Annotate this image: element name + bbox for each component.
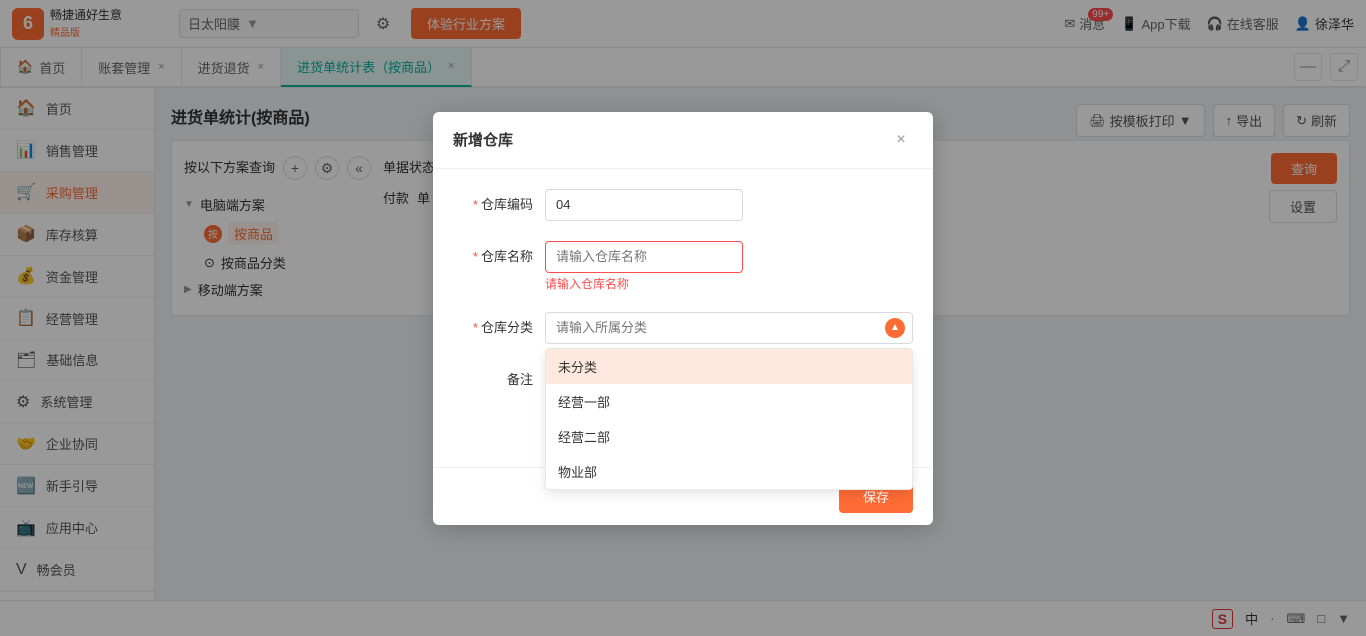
dropdown-item-ops1[interactable]: 经营一部 — [546, 384, 912, 419]
dropdown-item-property[interactable]: 物业部 — [546, 454, 912, 489]
dropdown-arrow-button[interactable]: ▲ — [885, 318, 905, 338]
modal-title: 新增仓库 — [453, 129, 513, 150]
form-row-category: 仓库分类 ▲ 未分类 经营一部 经营二部 物业部 — [453, 312, 913, 344]
modal-body: 仓库编码 仓库名称 请输入仓库名称 仓库分类 ▲ — [433, 169, 933, 467]
code-input[interactable] — [545, 189, 743, 221]
name-field-wrapper: 请输入仓库名称 — [545, 241, 913, 292]
name-label: 仓库名称 — [453, 241, 533, 273]
name-input[interactable] — [545, 241, 743, 273]
code-field-wrapper — [545, 189, 913, 221]
category-dropdown-wrapper: ▲ 未分类 经营一部 经营二部 物业部 — [545, 312, 913, 344]
category-label: 仓库分类 — [453, 312, 533, 344]
category-input[interactable] — [545, 312, 913, 344]
category-dropdown-list: 未分类 经营一部 经营二部 物业部 — [545, 348, 913, 490]
modal-overlay[interactable]: 新增仓库 × 仓库编码 仓库名称 请输入仓库名称 仓库分类 — [0, 0, 1366, 636]
name-error-message: 请输入仓库名称 — [545, 275, 913, 292]
modal-close-button[interactable]: × — [889, 128, 913, 152]
dropdown-item-unclassified[interactable]: 未分类 — [546, 349, 912, 384]
modal-header: 新增仓库 × — [433, 112, 933, 169]
dropdown-item-ops2[interactable]: 经营二部 — [546, 419, 912, 454]
form-row-name: 仓库名称 请输入仓库名称 — [453, 241, 913, 292]
remark-label: 备注 — [453, 364, 533, 396]
form-row-code: 仓库编码 — [453, 189, 913, 221]
code-label: 仓库编码 — [453, 189, 533, 221]
modal-new-warehouse: 新增仓库 × 仓库编码 仓库名称 请输入仓库名称 仓库分类 — [433, 112, 933, 525]
